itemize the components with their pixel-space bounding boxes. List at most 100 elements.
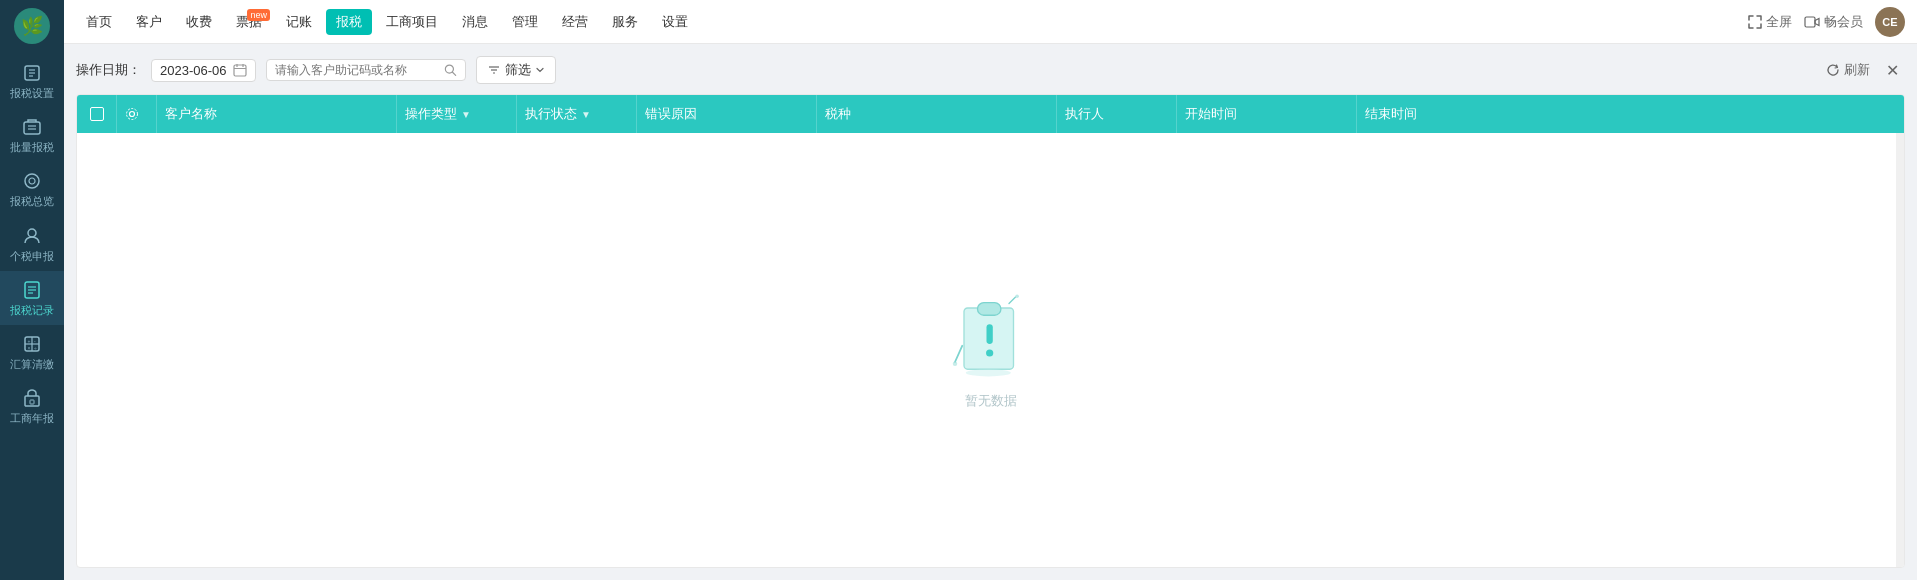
sidebar-item-baoshuizonglan-label: 报税总览 <box>10 195 54 208</box>
sidebar-item-gongshangnianbaо[interactable]: 工商年报 <box>0 379 64 433</box>
search-input[interactable] <box>275 63 438 77</box>
th-checkbox[interactable] <box>77 95 117 133</box>
sidebar-item-baoshuijilu-label: 报税记录 <box>10 304 54 317</box>
sort-icon-exec-status: ▼ <box>581 109 591 120</box>
svg-rect-38 <box>977 303 1000 316</box>
top-navigation: 首页 客户 收费 票据 new 记账 报税 工商项目 消息 管理 经营 服务 设… <box>64 0 1917 44</box>
search-icon <box>444 63 457 77</box>
th-client-name: 客户名称 <box>157 95 397 133</box>
empty-illustration <box>946 290 1036 380</box>
sidebar-item-baoshuizonglan[interactable]: 报税总览 <box>0 162 64 216</box>
svg-point-11 <box>28 229 36 237</box>
sidebar-item-huisuanqingsuan[interactable]: + - × ÷ 汇算清缴 <box>0 325 64 379</box>
th-exec-status[interactable]: 执行状态 ▼ <box>517 95 637 133</box>
sidebar-item-baoshuijilu[interactable]: 报税记录 <box>0 271 64 325</box>
svg-rect-25 <box>1805 17 1815 27</box>
video-icon <box>1804 15 1820 29</box>
nav-item-xiaoxi[interactable]: 消息 <box>452 9 498 35</box>
svg-rect-26 <box>234 65 246 76</box>
svg-point-9 <box>25 174 39 188</box>
new-badge: new <box>247 9 270 21</box>
sidebar-item-baoshuishenji[interactable]: 报税设置 <box>0 54 64 108</box>
nav-item-shezhi[interactable]: 设置 <box>652 9 698 35</box>
filter-icon <box>487 63 501 77</box>
date-label: 操作日期： <box>76 61 141 79</box>
sidebar-item-gegeishenbao-label: 个税申报 <box>10 250 54 263</box>
svg-point-36 <box>127 109 138 120</box>
settings-icon <box>125 107 139 121</box>
date-value: 2023-06-06 <box>160 63 227 78</box>
svg-text:🌿: 🌿 <box>21 15 44 37</box>
nav-item-jizhang[interactable]: 记账 <box>276 9 322 35</box>
main-area: 首页 客户 收费 票据 new 记账 报税 工商项目 消息 管理 经营 服务 设… <box>64 0 1917 580</box>
avatar-text: CE <box>1882 16 1897 28</box>
sidebar-item-pilianbaoshui[interactable]: 批量报税 <box>0 108 64 162</box>
scrollbar[interactable] <box>1896 133 1904 567</box>
fullscreen-button[interactable]: 全屏 <box>1748 13 1792 31</box>
th-end-time: 结束时间 <box>1357 95 1507 133</box>
nav-item-baoshui[interactable]: 报税 <box>326 9 372 35</box>
sort-icon-operation-type: ▼ <box>461 109 471 120</box>
svg-line-43 <box>955 346 962 362</box>
sidebar: 🌿 报税设置 批量报税 <box>0 0 64 580</box>
filter-button[interactable]: 筛选 <box>476 56 556 84</box>
th-settings[interactable] <box>117 95 157 133</box>
search-box[interactable] <box>266 59 466 81</box>
chevron-down-icon <box>535 65 545 75</box>
baoshuizonglan-icon <box>21 170 43 192</box>
empty-state: 暂无数据 <box>926 270 1056 430</box>
refresh-button[interactable]: 刷新 <box>1826 61 1870 79</box>
nav-item-guanli[interactable]: 管理 <box>502 9 548 35</box>
svg-point-35 <box>130 112 135 117</box>
nav-item-piaoju[interactable]: 票据 new <box>226 9 272 35</box>
refresh-icon <box>1826 63 1840 77</box>
svg-rect-24 <box>30 400 34 404</box>
table-header: 客户名称 操作类型 ▼ 执行状态 ▼ 错误原因 税种 执行人 <box>77 95 1904 133</box>
calendar-icon <box>233 63 247 77</box>
nav-item-gongshangxiangmu[interactable]: 工商项目 <box>376 9 448 35</box>
gongshangnianbaо-icon <box>21 387 43 409</box>
select-all-checkbox[interactable] <box>90 107 104 121</box>
svg-text:+: + <box>28 338 31 344</box>
empty-text: 暂无数据 <box>965 392 1017 410</box>
nav-item-shouye[interactable]: 首页 <box>76 9 122 35</box>
nav-item-jingying[interactable]: 经营 <box>552 9 598 35</box>
huisuanqingsuan-icon: + - × ÷ <box>21 333 43 355</box>
nav-item-kehu[interactable]: 客户 <box>126 9 172 35</box>
th-start-time: 开始时间 <box>1177 95 1357 133</box>
member-button[interactable]: 畅会员 <box>1804 13 1863 31</box>
svg-line-41 <box>1009 297 1015 303</box>
sidebar-item-gongshangnianbaо-label: 工商年报 <box>10 412 54 425</box>
svg-line-31 <box>452 72 455 75</box>
close-button[interactable]: ✕ <box>1880 59 1905 82</box>
sidebar-item-huisuanqingsuan-label: 汇算清缴 <box>10 358 54 371</box>
baoshuijilu-icon <box>21 279 43 301</box>
sidebar-item-pilianbaoshui-label: 批量报税 <box>10 141 54 154</box>
nav-right-area: 全屏 畅会员 CE <box>1748 7 1905 37</box>
svg-text:×: × <box>28 344 31 350</box>
svg-text:÷: ÷ <box>34 344 37 350</box>
user-avatar[interactable]: CE <box>1875 7 1905 37</box>
baoshuishenji-icon <box>21 62 43 84</box>
th-tax-type: 税种 <box>817 95 1057 133</box>
svg-point-45 <box>965 369 1010 376</box>
fullscreen-label: 全屏 <box>1766 13 1792 31</box>
refresh-label: 刷新 <box>1844 61 1870 79</box>
svg-point-42 <box>1015 295 1019 299</box>
toolbar: 操作日期： 2023-06-06 <box>76 56 1905 84</box>
data-table: 客户名称 操作类型 ▼ 执行状态 ▼ 错误原因 税种 执行人 <box>76 94 1905 568</box>
sidebar-item-gegeishenbao[interactable]: 个税申报 <box>0 217 64 271</box>
svg-point-40 <box>986 349 993 356</box>
date-picker[interactable]: 2023-06-06 <box>151 59 256 82</box>
th-operation-type[interactable]: 操作类型 ▼ <box>397 95 517 133</box>
table-body: 暂无数据 <box>77 133 1904 567</box>
nav-item-fuwu[interactable]: 服务 <box>602 9 648 35</box>
nav-item-shouqian[interactable]: 收费 <box>176 9 222 35</box>
svg-rect-6 <box>24 122 40 134</box>
gegeishenbao-icon <box>21 225 43 247</box>
page-content: 操作日期： 2023-06-06 <box>64 44 1917 580</box>
th-executor: 执行人 <box>1057 95 1177 133</box>
filter-label: 筛选 <box>505 61 531 79</box>
svg-point-44 <box>952 362 957 367</box>
pilianbaoshui-icon <box>21 116 43 138</box>
